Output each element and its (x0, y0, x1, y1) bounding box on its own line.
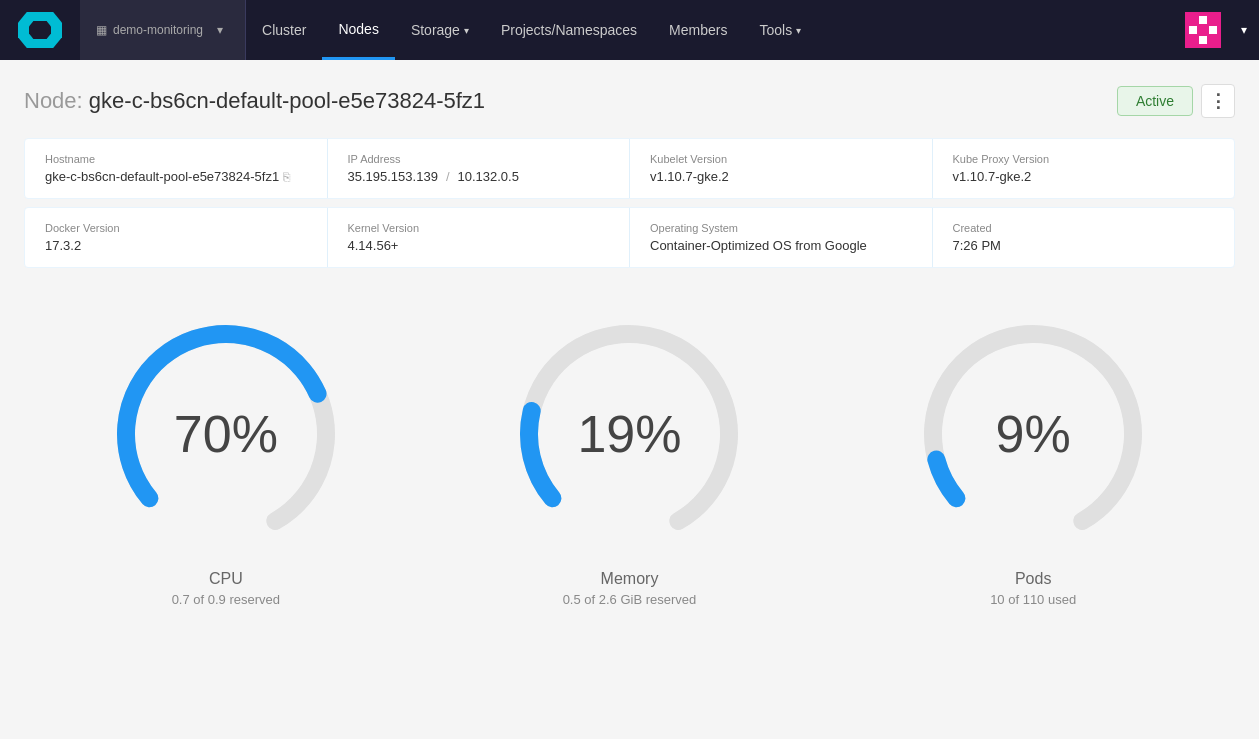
gauges-section: 70% CPU 0.7 of 0.9 reserved 19% Memory 0… (24, 284, 1235, 627)
hostname-value: gke-c-bs6cn-default-pool-e5e73824-5fz1 ⎘ (45, 169, 307, 184)
node-name: gke-c-bs6cn-default-pool-e5e73824-5fz1 (89, 88, 485, 113)
tools-chevron-icon: ▾ (796, 25, 801, 36)
nav-item-cluster[interactable]: Cluster (246, 0, 322, 60)
ip-separator: / (446, 169, 450, 184)
page-content: Node: gke-c-bs6cn-default-pool-e5e73824-… (0, 60, 1259, 627)
nav-items: Cluster Nodes Storage ▾ Projects/Namespa… (246, 0, 1185, 60)
docker-value: 17.3.2 (45, 238, 307, 253)
status-badge: Active (1117, 86, 1193, 116)
kernel-label: Kernel Version (348, 222, 610, 234)
workspace-chevron-icon: ▾ (217, 23, 223, 37)
gauge-memory: 19% Memory 0.5 of 2.6 GiB reserved (479, 304, 779, 607)
gauge-percent-cpu: 70% (174, 408, 278, 460)
gauge-wrapper-memory: 19% (499, 304, 759, 564)
gauge-center-pods: 9% (996, 408, 1071, 460)
gauge-wrapper-cpu: 70% (96, 304, 356, 564)
gauge-wrapper-pods: 9% (903, 304, 1163, 564)
gauge-pods: 9% Pods 10 of 110 used (883, 304, 1183, 607)
navbar: ▦ demo-monitoring ▾ Cluster Nodes Storag… (0, 0, 1259, 60)
workspace-selector[interactable]: ▦ demo-monitoring ▾ (80, 0, 246, 60)
kubeproxy-value: v1.10.7-gke.2 (953, 169, 1215, 184)
nav-item-storage[interactable]: Storage ▾ (395, 0, 485, 60)
os-label: Operating System (650, 222, 912, 234)
kubeproxy-field: Kube Proxy Version v1.10.7-gke.2 (933, 139, 1235, 198)
ip-field: IP Address 35.195.153.139 / 10.132.0.5 (328, 139, 631, 198)
info-card-row1: Hostname gke-c-bs6cn-default-pool-e5e738… (24, 138, 1235, 199)
more-button[interactable]: ⋮ (1201, 84, 1235, 118)
kubeproxy-label: Kube Proxy Version (953, 153, 1215, 165)
hostname-label: Hostname (45, 153, 307, 165)
kernel-field: Kernel Version 4.14.56+ (328, 208, 631, 267)
nav-item-members[interactable]: Members (653, 0, 743, 60)
user-menu-chevron[interactable]: ▾ (1229, 23, 1259, 37)
gauge-percent-pods: 9% (996, 408, 1071, 460)
nav-item-tools[interactable]: Tools ▾ (743, 0, 817, 60)
page-title-prefix: Node: (24, 88, 89, 113)
gauge-percent-memory: 19% (577, 408, 681, 460)
nav-right: ▾ (1185, 0, 1259, 60)
kernel-value: 4.14.56+ (348, 238, 610, 253)
nav-item-projects[interactable]: Projects/Namespaces (485, 0, 653, 60)
workspace-icon: ▦ (96, 23, 107, 37)
gauge-center-memory: 19% (577, 408, 681, 460)
kubelet-field: Kubelet Version v1.10.7-gke.2 (630, 139, 933, 198)
os-value: Container-Optimized OS from Google (650, 238, 912, 253)
copy-icon[interactable]: ⎘ (283, 170, 290, 184)
page-header: Node: gke-c-bs6cn-default-pool-e5e73824-… (24, 84, 1235, 118)
page-title: Node: gke-c-bs6cn-default-pool-e5e73824-… (24, 88, 485, 114)
nav-item-nodes[interactable]: Nodes (322, 0, 394, 60)
gauge-cpu: 70% CPU 0.7 of 0.9 reserved (76, 304, 376, 607)
ip-label: IP Address (348, 153, 610, 165)
kubelet-value: v1.10.7-gke.2 (650, 169, 912, 184)
kubelet-label: Kubelet Version (650, 153, 912, 165)
logo[interactable] (0, 0, 80, 60)
header-actions: Active ⋮ (1117, 84, 1235, 118)
os-field: Operating System Container-Optimized OS … (630, 208, 933, 267)
ip-value: 35.195.153.139 / 10.132.0.5 (348, 169, 610, 184)
avatar[interactable] (1185, 12, 1221, 48)
workspace-label: demo-monitoring (113, 23, 203, 37)
docker-label: Docker Version (45, 222, 307, 234)
created-field: Created 7:26 PM (933, 208, 1235, 267)
hostname-field: Hostname gke-c-bs6cn-default-pool-e5e738… (25, 139, 328, 198)
storage-chevron-icon: ▾ (464, 25, 469, 36)
docker-field: Docker Version 17.3.2 (25, 208, 328, 267)
created-value: 7:26 PM (953, 238, 1215, 253)
gauge-center-cpu: 70% (174, 408, 278, 460)
created-label: Created (953, 222, 1215, 234)
